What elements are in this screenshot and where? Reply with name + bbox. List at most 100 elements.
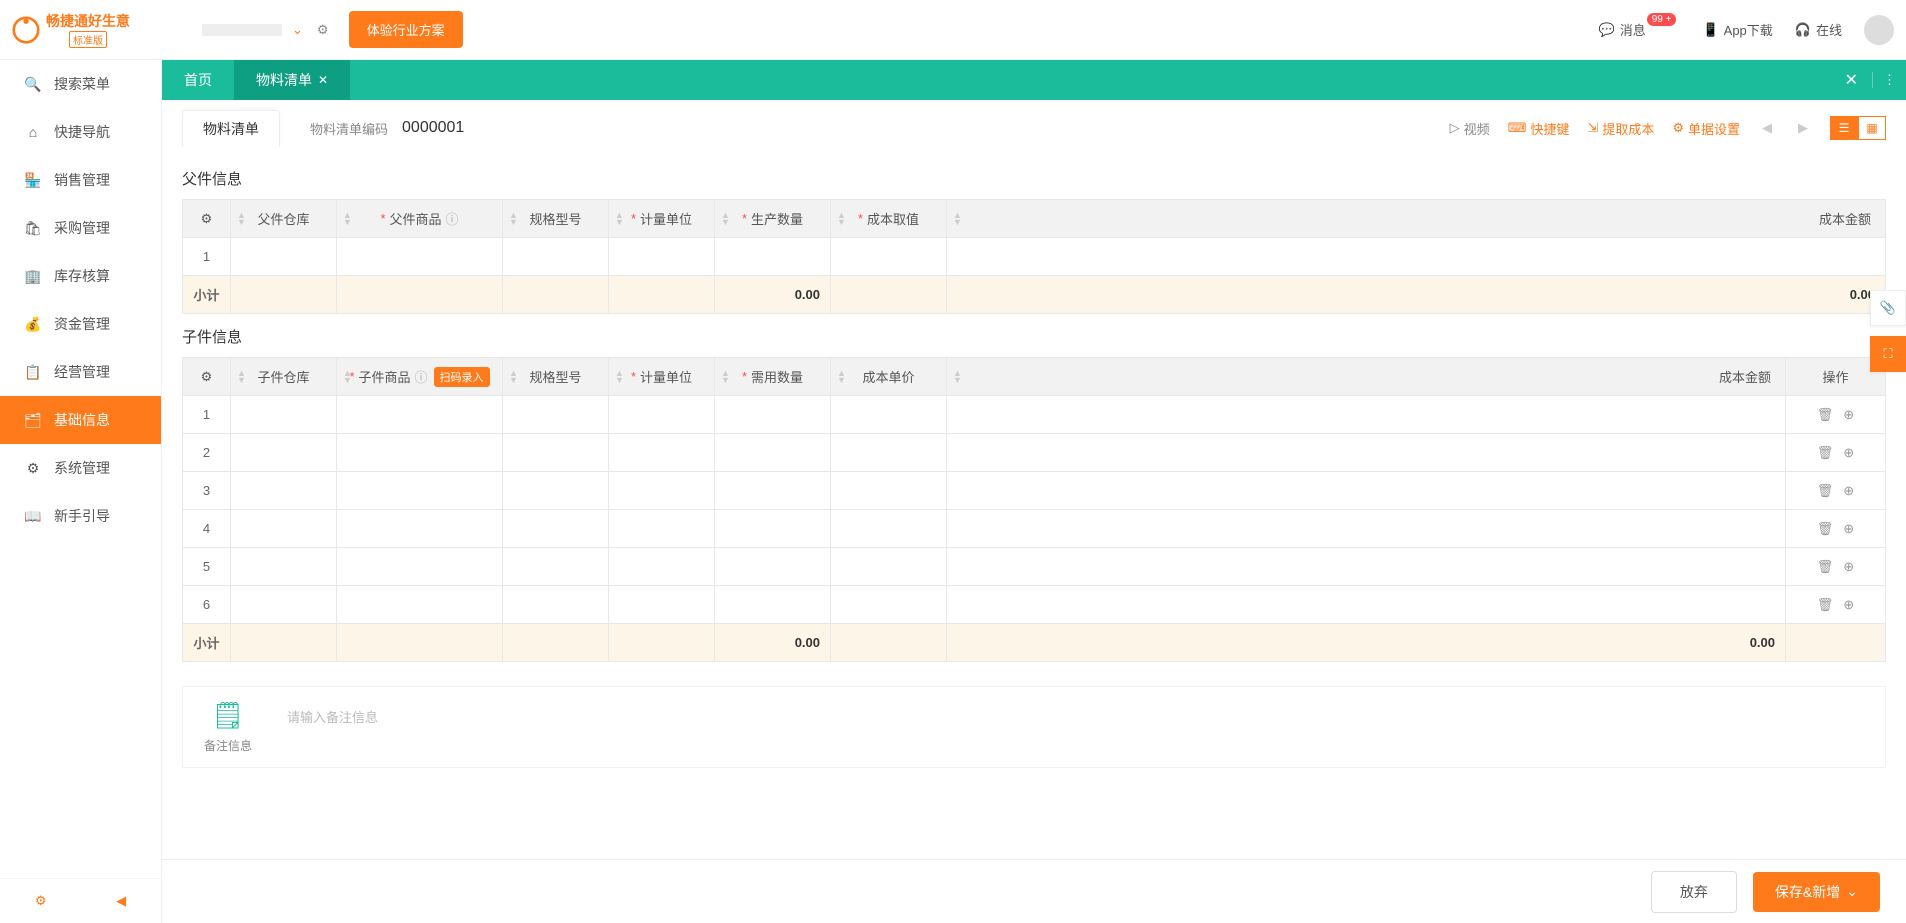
child-section-title: 子件信息 — [182, 314, 1886, 357]
brand-icon — [12, 16, 40, 44]
app-download-button[interactable]: 📱 App下载 — [1702, 20, 1772, 39]
sidebar-collapse-icon[interactable]: ◀︎ — [116, 893, 126, 909]
home-icon: ⌂ — [24, 123, 42, 141]
user-avatar[interactable] — [1864, 15, 1894, 45]
notes-icon: 🗒 — [211, 700, 244, 731]
col-spec[interactable]: ▲▼规格型号 — [503, 358, 609, 396]
sidebar-item-funds[interactable]: 💰资金管理 — [0, 300, 161, 348]
add-row-icon[interactable]: ⊕ — [1843, 445, 1854, 460]
sidebar-item-inventory[interactable]: 🏢库存核算 — [0, 252, 161, 300]
col-label: 成本取值 — [867, 209, 919, 228]
account-settings-icon[interactable]: ⚙ — [317, 22, 329, 38]
delete-row-icon[interactable]: 🗑 — [1817, 445, 1834, 460]
save-and-new-button[interactable]: 保存&新增⌄ — [1753, 872, 1880, 912]
table-row[interactable]: 1🗑⊕ — [183, 396, 1886, 434]
view-card-button[interactable]: ▦ — [1858, 116, 1886, 140]
add-row-icon[interactable]: ⊕ — [1843, 559, 1854, 574]
attachment-button[interactable]: 📎 — [1870, 290, 1906, 326]
col-child-product[interactable]: ▲▼*子件商品ⓘ扫码录入 — [337, 358, 503, 396]
col-cost-amount[interactable]: ▲▼成本金额 — [947, 200, 1886, 238]
sort-icon: ▲▼ — [837, 212, 846, 226]
col-child-warehouse[interactable]: ▲▼子件仓库 — [231, 358, 337, 396]
table-row[interactable]: 4 🗑 ⊕ — [183, 510, 1886, 548]
sidebar-item-purchase[interactable]: 🛍采购管理 — [0, 204, 161, 252]
col-qty[interactable]: ▲▼*生产数量 — [715, 200, 831, 238]
delete-row-icon[interactable]: 🗑 — [1817, 559, 1834, 574]
table-row[interactable]: 1 — [183, 238, 1886, 276]
sidebar-item-system[interactable]: ⚙系统管理 — [0, 444, 161, 492]
add-row-icon[interactable]: ⊕ — [1843, 483, 1854, 498]
notes-section: 🗒 备注信息 — [182, 686, 1886, 768]
table-row[interactable]: 2🗑⊕ — [183, 434, 1886, 472]
close-icon[interactable]: ✕ — [318, 73, 328, 87]
scan-entry-button[interactable]: 扫码录入 — [434, 367, 490, 387]
online-label: 在线 — [1816, 20, 1842, 39]
table-row[interactable]: 3🗑⊕ — [183, 472, 1886, 510]
col-label: 计量单位 — [640, 367, 692, 386]
delete-row-icon[interactable]: 🗑 — [1817, 521, 1834, 536]
table-row[interactable]: 6🗑⊕ — [183, 586, 1886, 624]
col-parent-product[interactable]: ▲▼*父件商品ⓘ — [337, 200, 503, 238]
online-support-button[interactable]: 🎧 在线 — [1795, 20, 1842, 39]
messages-button[interactable]: 💬 消息 99 + — [1599, 20, 1681, 39]
add-row-icon[interactable]: ⊕ — [1843, 521, 1854, 536]
tab-home[interactable]: 首页 — [162, 60, 234, 100]
sidebar-label: 基础信息 — [54, 410, 110, 430]
close-all-tabs-icon[interactable]: ✕ — [1831, 70, 1872, 90]
col-cost-value[interactable]: ▲▼*成本取值 — [831, 200, 947, 238]
shortcut-button[interactable]: ⌨快捷键 — [1508, 119, 1570, 138]
extract-cost-button[interactable]: ⇲提取成本 — [1587, 119, 1654, 138]
delete-row-icon[interactable]: 🗑 — [1817, 407, 1834, 422]
tab-label: 物料清单 — [256, 70, 312, 90]
sidebar-item-sales[interactable]: 🏪销售管理 — [0, 156, 161, 204]
add-row-icon[interactable]: ⊕ — [1843, 597, 1854, 612]
col-unit-cost[interactable]: ▲▼成本单价 — [831, 358, 947, 396]
col-qty[interactable]: ▲▼*需用数量 — [715, 358, 831, 396]
info-icon[interactable]: ⓘ — [415, 367, 428, 386]
sidebar-label: 系统管理 — [54, 458, 110, 478]
subtotal-row: 小计0.000.00 — [183, 624, 1886, 662]
experience-solution-button[interactable]: 体验行业方案 — [349, 11, 463, 48]
col-spec[interactable]: ▲▼规格型号 — [503, 200, 609, 238]
col-cost-amount[interactable]: ▲▼成本金额 — [947, 358, 1786, 396]
col-unit[interactable]: ▲▼*计量单位 — [609, 358, 715, 396]
sort-icon: ▲▼ — [837, 370, 846, 384]
parent-table: ⚙ ▲▼父件仓库 ▲▼*父件商品ⓘ ▲▼规格型号 ▲▼*计量单位 ▲▼*生产数量… — [182, 199, 1886, 314]
sidebar-item-guide[interactable]: 📖新手引导 — [0, 492, 161, 540]
col-config[interactable]: ⚙ — [183, 358, 231, 396]
tabs-more-icon[interactable]: ⋮ — [1872, 72, 1906, 88]
subtotal-amount: 0.00 — [947, 624, 1786, 662]
view-list-button[interactable]: ☰ — [1830, 116, 1858, 140]
sidebar-item-basic[interactable]: 🗂基础信息 — [0, 396, 161, 444]
parent-section-title: 父件信息 — [182, 156, 1886, 199]
video-help-button[interactable]: ▷视频 — [1450, 119, 1490, 138]
info-icon[interactable]: ⓘ — [446, 209, 459, 228]
delete-row-icon[interactable]: 🗑 — [1817, 597, 1834, 612]
col-config[interactable]: ⚙ — [183, 200, 231, 238]
account-selector[interactable]: ⌄ — [202, 22, 303, 38]
sidebar-item-quicknav[interactable]: ⌂快捷导航 — [0, 108, 161, 156]
prev-record-button[interactable]: ◀ — [1758, 120, 1776, 136]
add-row-icon[interactable]: ⊕ — [1843, 407, 1854, 422]
sidebar-label: 搜索菜单 — [54, 74, 110, 94]
delete-row-icon[interactable]: 🗑 — [1817, 483, 1834, 498]
tab-bom[interactable]: 物料清单 ✕ — [234, 60, 350, 100]
doc-settings-button[interactable]: ⚙单据设置 — [1672, 119, 1740, 138]
notes-input[interactable] — [273, 687, 1885, 767]
col-unit[interactable]: ▲▼*计量单位 — [609, 200, 715, 238]
page-footer: 放弃 保存&新增⌄ — [162, 859, 1906, 923]
next-record-button[interactable]: ▶ — [1794, 120, 1812, 136]
fullscreen-button[interactable]: ⛶ — [1870, 336, 1906, 372]
row-index: 1 — [183, 238, 231, 276]
col-parent-warehouse[interactable]: ▲▼父件仓库 — [231, 200, 337, 238]
page-header: 物料清单 物料清单编码 0000001 ▷视频 ⌨快捷键 ⇲提取成本 ⚙单据设置… — [162, 100, 1906, 156]
col-label: 父件商品 — [390, 209, 442, 228]
sidebar-item-business[interactable]: 📋经营管理 — [0, 348, 161, 396]
messages-badge: 99 + — [1647, 13, 1677, 26]
table-row[interactable]: 5🗑⊕ — [183, 548, 1886, 586]
discard-button[interactable]: 放弃 — [1651, 871, 1737, 913]
sidebar-item-search[interactable]: 🔍搜索菜单 — [0, 60, 161, 108]
notes-label-text: 备注信息 — [204, 737, 252, 754]
sidebar-settings-icon[interactable]: ⚙ — [35, 893, 47, 909]
row-index: 4 — [183, 510, 231, 548]
